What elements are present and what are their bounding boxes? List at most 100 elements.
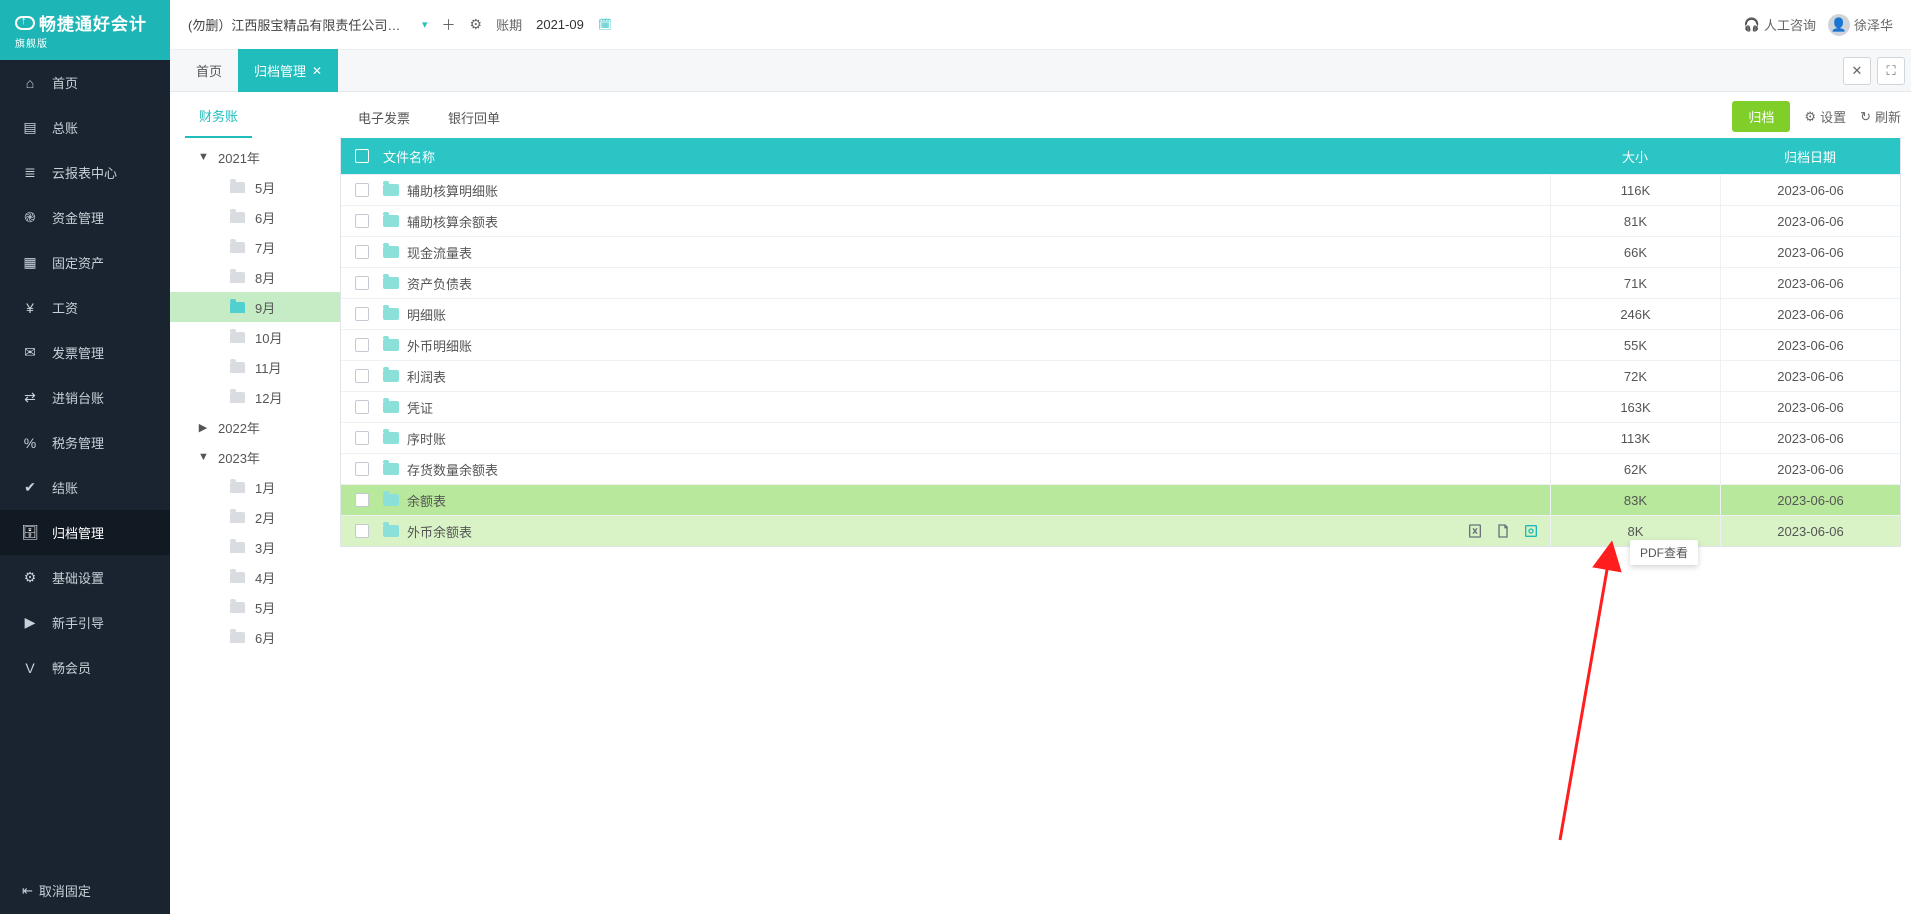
tree-month[interactable]: 9月 — [170, 292, 340, 322]
row-checkbox[interactable] — [355, 276, 369, 290]
sidebar-item-salary[interactable]: ¥工资 — [0, 285, 170, 330]
support-label: 人工咨询 — [1764, 15, 1816, 34]
tree-year[interactable]: ▶2022年 — [170, 412, 340, 442]
tab-expand-button[interactable]: ⛶ — [1877, 57, 1905, 85]
tree-month-label: 3月 — [255, 538, 275, 557]
col-size[interactable]: 大小 — [1550, 147, 1720, 166]
tree-month[interactable]: 5月 — [170, 172, 340, 202]
row-checkbox[interactable] — [355, 183, 369, 197]
col-filename[interactable]: 文件名称 — [383, 147, 1550, 166]
row-checkbox[interactable] — [355, 338, 369, 352]
select-all-checkbox[interactable] — [355, 149, 369, 163]
pdf-download-icon[interactable] — [1494, 522, 1512, 540]
table-row[interactable]: 存货数量余额表62K2023-06-06 — [341, 453, 1900, 484]
sidebar-item-tax[interactable]: %税务管理 — [0, 420, 170, 465]
sidebar-item-close-book[interactable]: ✔结账 — [0, 465, 170, 510]
gear-icon[interactable]: ⚙ — [470, 16, 483, 33]
table-row[interactable]: 辅助核算余额表81K2023-06-06 — [341, 205, 1900, 236]
sidebar-pin-toggle[interactable]: ⇤ 取消固定 — [0, 867, 170, 914]
subtab-einvoice[interactable]: 电子发票 — [344, 98, 424, 138]
table-row[interactable]: 余额表83K2023-06-06 — [341, 484, 1900, 515]
tab-close-button[interactable]: ✕ — [1843, 57, 1871, 85]
sidebar-item-home[interactable]: ⌂首页 — [0, 60, 170, 105]
period-value[interactable]: 2021-09 — [536, 17, 584, 32]
pdf-view-icon[interactable] — [1522, 522, 1540, 540]
tree-year[interactable]: ▼2023年 — [170, 442, 340, 472]
sidebar-item-vip[interactable]: V畅会员 — [0, 645, 170, 690]
sidebar-item-guide[interactable]: ▶新手引导 — [0, 600, 170, 645]
plus-icon[interactable]: ＋ — [442, 15, 456, 35]
tree-month[interactable]: 10月 — [170, 322, 340, 352]
table-row[interactable]: 明细账246K2023-06-06 — [341, 298, 1900, 329]
archive-button[interactable]: 归档 — [1732, 101, 1790, 132]
subtab-finance[interactable]: 财务账 — [185, 96, 252, 138]
settings-button[interactable]: ⚙设置 — [1804, 107, 1846, 126]
table-row[interactable]: 利润表72K2023-06-06 — [341, 360, 1900, 391]
tree-month[interactable]: 7月 — [170, 232, 340, 262]
file-size: 55K — [1550, 330, 1720, 360]
row-checkbox[interactable] — [355, 214, 369, 228]
tree-month[interactable]: 1月 — [170, 472, 340, 502]
tree-month[interactable]: 11月 — [170, 352, 340, 382]
folder-icon — [230, 632, 245, 643]
sidebar-item-label: 新手引导 — [52, 613, 104, 632]
row-checkbox[interactable] — [355, 245, 369, 259]
sidebar-item-label: 云报表中心 — [52, 163, 117, 182]
row-checkbox[interactable] — [355, 307, 369, 321]
row-checkbox[interactable] — [355, 431, 369, 445]
page-tab[interactable]: 首页 — [180, 49, 238, 92]
sidebar-item-stock[interactable]: ⇄进销台账 — [0, 375, 170, 420]
tree-month[interactable]: 5月 — [170, 592, 340, 622]
tree-month[interactable]: 6月 — [170, 622, 340, 652]
table-row[interactable]: 资产负债表71K2023-06-06 — [341, 267, 1900, 298]
sidebar-item-gear[interactable]: ⚙基础设置 — [0, 555, 170, 600]
table-row[interactable]: 现金流量表66K2023-06-06 — [341, 236, 1900, 267]
support-link[interactable]: 🎧 人工咨询 — [1744, 15, 1816, 34]
row-checkbox[interactable] — [355, 524, 369, 538]
tree-year[interactable]: ▼2021年 — [170, 142, 340, 172]
tree-month[interactable]: 12月 — [170, 382, 340, 412]
tree-month[interactable]: 3月 — [170, 532, 340, 562]
sidebar-item-label: 工资 — [52, 298, 78, 317]
sidebar-item-chart[interactable]: ≣云报表中心 — [0, 150, 170, 195]
sidebar-item-archive[interactable]: 🗄 归档管理 — [0, 510, 170, 555]
tree-month[interactable]: 6月 — [170, 202, 340, 232]
archive-date: 2023-06-06 — [1720, 299, 1900, 329]
folder-icon — [383, 401, 399, 413]
tree-month[interactable]: 4月 — [170, 562, 340, 592]
chevron-down-icon[interactable]: ▾ — [422, 18, 428, 31]
refresh-button[interactable]: ↻刷新 — [1860, 107, 1901, 126]
sidebar-item-label: 归档管理 — [52, 523, 104, 542]
sidebar-item-ledger[interactable]: ▤总账 — [0, 105, 170, 150]
folder-icon — [383, 246, 399, 258]
user-menu[interactable]: 👤 徐泽华 — [1828, 14, 1893, 36]
sidebar-item-asset[interactable]: ▦固定资产 — [0, 240, 170, 285]
table-row[interactable]: 外币明细账55K2023-06-06 — [341, 329, 1900, 360]
company-selector[interactable]: (勿删）江西服宝精品有限责任公司（... — [188, 15, 408, 34]
sidebar-item-label: 固定资产 — [52, 253, 104, 272]
col-date[interactable]: 归档日期 — [1720, 147, 1900, 166]
refresh-icon: ↻ — [1860, 109, 1871, 125]
file-size: 81K — [1550, 206, 1720, 236]
row-checkbox[interactable] — [355, 462, 369, 476]
tree-month[interactable]: 8月 — [170, 262, 340, 292]
table-row[interactable]: 凭证163K2023-06-06 — [341, 391, 1900, 422]
subtab-bank-receipt[interactable]: 银行回单 — [434, 98, 514, 138]
sidebar-item-wallet[interactable]: ֎资金管理 — [0, 195, 170, 240]
archive-icon: 🗄 — [22, 525, 38, 541]
folder-icon — [230, 602, 245, 613]
table-row[interactable]: 序时账113K2023-06-06 — [341, 422, 1900, 453]
file-size: 62K — [1550, 454, 1720, 484]
excel-download-icon[interactable] — [1466, 522, 1484, 540]
file-name: 存货数量余额表 — [407, 460, 498, 479]
table-row[interactable]: 辅助核算明细账116K2023-06-06 — [341, 174, 1900, 205]
page-tab[interactable]: 归档管理✕ — [238, 49, 338, 92]
tree-month[interactable]: 2月 — [170, 502, 340, 532]
row-checkbox[interactable] — [355, 493, 369, 507]
row-checkbox[interactable] — [355, 400, 369, 414]
row-checkbox[interactable] — [355, 369, 369, 383]
sidebar-item-invoice[interactable]: ✉发票管理 — [0, 330, 170, 375]
folder-icon — [230, 542, 245, 553]
calendar-icon[interactable]: 🗓 — [598, 18, 612, 31]
close-icon[interactable]: ✕ — [312, 64, 322, 78]
